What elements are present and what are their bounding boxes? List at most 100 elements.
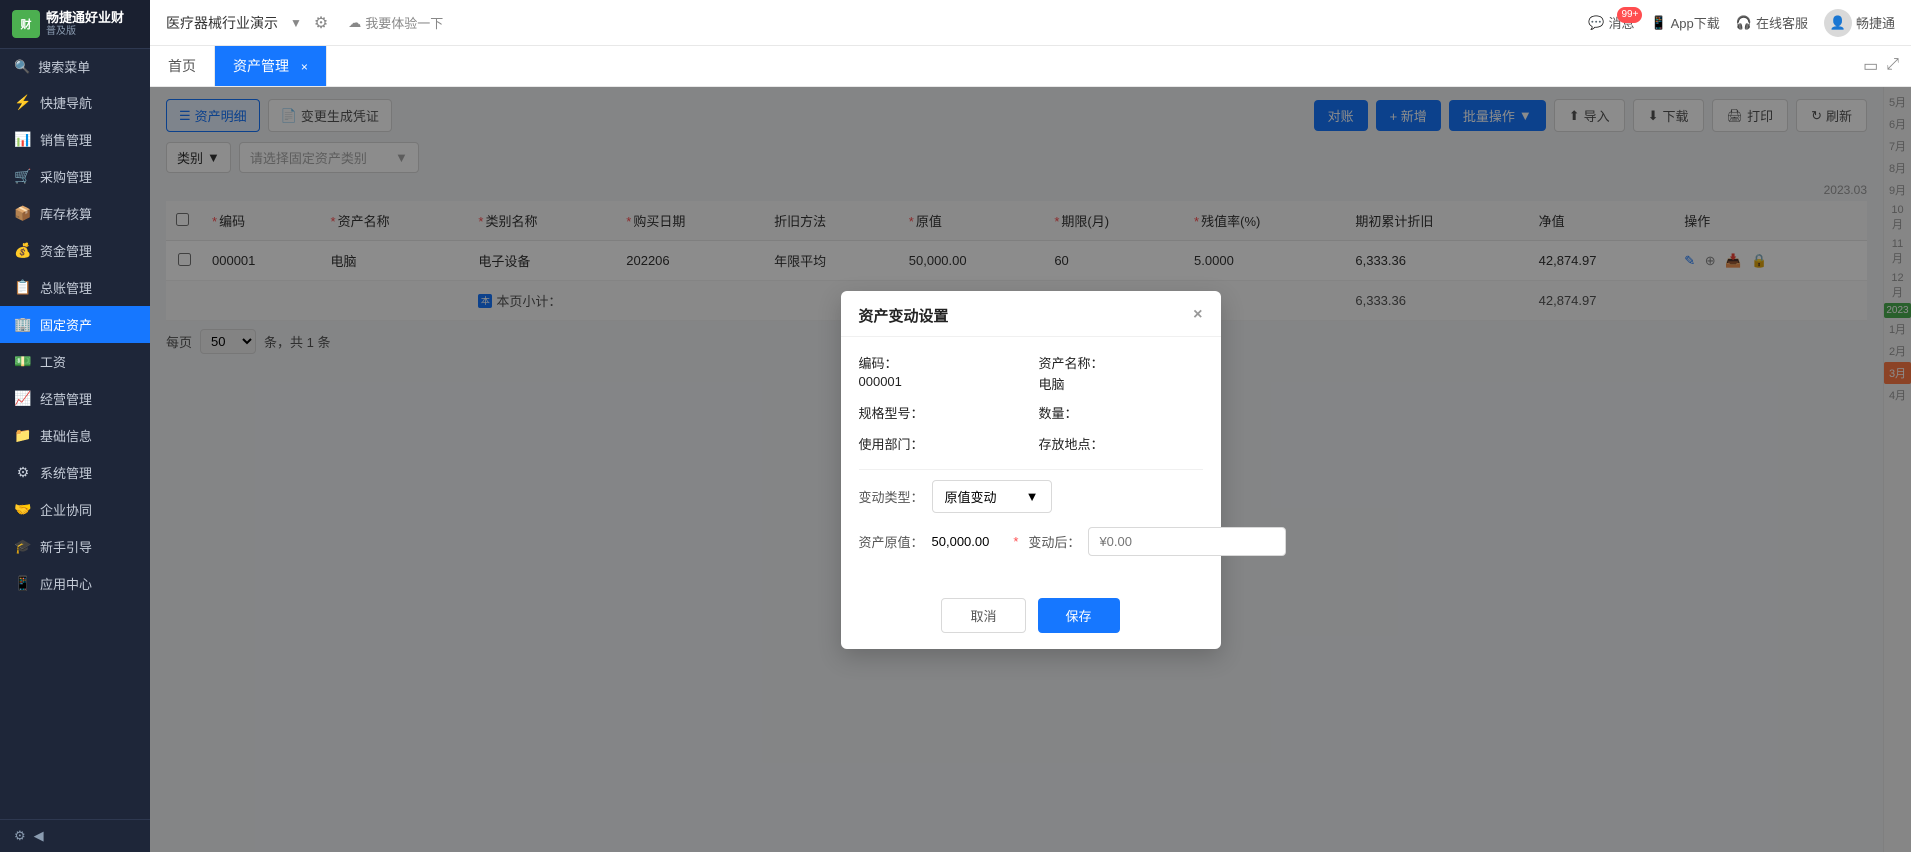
user-profile-btn[interactable]: 👤 畅捷通	[1824, 9, 1895, 37]
content-area: ☰ 资产明细 📄 变更生成凭证 对账 + 新增	[150, 87, 1911, 852]
message-badge: 99+	[1617, 7, 1642, 23]
customer-service-btn[interactable]: 🎧 在线客服	[1736, 13, 1808, 32]
sidebar-bottom[interactable]: ⚙ ◀	[0, 819, 150, 852]
company-dropdown-icon[interactable]: ▼	[290, 16, 302, 30]
sidebar-item-payroll[interactable]: 💵 工资	[0, 343, 150, 380]
tab-expand-icon[interactable]: ⤢	[1886, 56, 1899, 76]
change-type-value: 原值变动	[945, 487, 997, 506]
message-icon: 💬	[1588, 15, 1604, 31]
sidebar-item-inventory[interactable]: 📦 库存核算	[0, 195, 150, 232]
sidebar-item-ledger[interactable]: 📋 总账管理	[0, 269, 150, 306]
company-name: 医疗器械行业演示	[166, 13, 278, 33]
modal-row-change-type: 变动类型： 原值变动 ▼	[859, 480, 1203, 513]
topbar: 医疗器械行业演示 ▼ ⚙ ☁ 我要体验一下 💬 消息 99+ 📱 App下载 🎧…	[150, 0, 1911, 46]
app-center-icon: 📱	[14, 575, 32, 592]
experience-label: 我要体验一下	[365, 13, 443, 32]
sidebar-logo: 财 畅捷通好业财 普及版	[0, 0, 150, 49]
modal-department-label: 使用部门：	[859, 434, 1023, 453]
sidebar-item-shortcuts[interactable]: ⚡ 快捷导航	[0, 84, 150, 121]
original-value-display: 50,000.00	[932, 534, 990, 549]
tab-asset-management[interactable]: 资产管理 ×	[215, 46, 327, 86]
cancel-button[interactable]: 取消	[941, 598, 1025, 633]
sidebar-collapse-btn[interactable]: ◀	[34, 828, 44, 844]
tab-home[interactable]: 首页	[150, 46, 215, 86]
sidebar: 财 畅捷通好业财 普及版 🔍 搜索菜单 ⚡ 快捷导航 📊 销售管理 🛒 采购管理…	[0, 0, 150, 852]
sidebar-item-label: 新手引导	[40, 537, 92, 556]
main-area: 医疗器械行业演示 ▼ ⚙ ☁ 我要体验一下 💬 消息 99+ 📱 App下载 🎧…	[150, 0, 1911, 852]
modal-footer: 取消 保存	[841, 586, 1221, 649]
change-type-select[interactable]: 原值变动 ▼	[932, 480, 1052, 513]
modal-row-original-value: 资产原值： 50,000.00 * 变动后：	[859, 527, 1203, 556]
app-download-btn[interactable]: 📱 App下载	[1650, 13, 1719, 32]
sidebar-item-label: 基础信息	[40, 426, 92, 445]
sidebar-search[interactable]: 🔍 搜索菜单	[0, 49, 150, 84]
sidebar-item-fixed-assets[interactable]: 🏢 固定资产	[0, 306, 150, 343]
system-icon: ⚙	[14, 464, 32, 481]
payroll-icon: 💵	[14, 353, 32, 370]
sidebar-item-purchase[interactable]: 🛒 采购管理	[0, 158, 150, 195]
sidebar-item-system[interactable]: ⚙ 系统管理	[0, 454, 150, 491]
guide-icon: 🎓	[14, 538, 32, 555]
message-btn[interactable]: 💬 消息 99+	[1588, 13, 1634, 32]
modal-overlay: 资产变动设置 × 编码： 000001 资产名称： 电脑	[150, 87, 1911, 852]
modal-location-label: 存放地点：	[1039, 434, 1203, 453]
business-icon: 📈	[14, 390, 32, 407]
modal-body: 编码： 000001 资产名称： 电脑 规格型号： 数量：	[841, 337, 1221, 586]
modal-title: 资产变动设置	[859, 305, 949, 326]
after-change-input[interactable]	[1088, 527, 1286, 556]
modal-field-spec: 规格型号：	[859, 403, 1023, 424]
sidebar-item-label: 快捷导航	[40, 93, 92, 112]
fixed-assets-icon: 🏢	[14, 316, 32, 333]
sidebar-item-sales[interactable]: 📊 销售管理	[0, 121, 150, 158]
tab-actions: ▭ ⤢	[1863, 56, 1911, 76]
sidebar-item-basic-info[interactable]: 📁 基础信息	[0, 417, 150, 454]
sidebar-item-label: 采购管理	[40, 167, 92, 186]
asset-change-modal: 资产变动设置 × 编码： 000001 资产名称： 电脑	[841, 291, 1221, 649]
user-avatar: 👤	[1824, 9, 1852, 37]
sidebar-item-label: 经营管理	[40, 389, 92, 408]
modal-info-grid: 编码： 000001 资产名称： 电脑 规格型号： 数量：	[859, 353, 1203, 455]
modal-spec-label: 规格型号：	[859, 403, 1023, 422]
modal-header: 资产变动设置 ×	[841, 291, 1221, 337]
logo-sub: 普及版	[46, 26, 124, 38]
sidebar-item-app-center[interactable]: 📱 应用中心	[0, 565, 150, 602]
sidebar-item-label: 工资	[40, 352, 66, 371]
user-name: 畅捷通	[1856, 13, 1895, 32]
cloud-icon: ☁	[348, 15, 361, 31]
topbar-experience[interactable]: ☁ 我要体验一下	[348, 13, 443, 32]
topbar-gear-icon[interactable]: ⚙	[314, 13, 328, 33]
sidebar-item-label: 总账管理	[40, 278, 92, 297]
modal-close-btn[interactable]: ×	[1193, 306, 1202, 324]
tab-minimize-icon[interactable]: ▭	[1863, 56, 1878, 76]
sidebar-item-finance[interactable]: 💰 资金管理	[0, 232, 150, 269]
modal-field-code: 编码： 000001	[859, 353, 1023, 393]
after-change-label: 变动后：	[1028, 532, 1080, 551]
finance-icon: 💰	[14, 242, 32, 259]
topbar-right: 💬 消息 99+ 📱 App下载 🎧 在线客服 👤 畅捷通	[1588, 9, 1895, 37]
modal-field-department: 使用部门：	[859, 434, 1023, 455]
save-button[interactable]: 保存	[1038, 598, 1120, 633]
inventory-icon: 📦	[14, 205, 32, 222]
search-icon: 🔍	[14, 59, 30, 75]
shortcuts-icon: ⚡	[14, 94, 32, 111]
sidebar-item-business[interactable]: 📈 经营管理	[0, 380, 150, 417]
sidebar-item-collab[interactable]: 🤝 企业协同	[0, 491, 150, 528]
sidebar-item-label: 系统管理	[40, 463, 92, 482]
sidebar-search-label: 搜索菜单	[38, 57, 90, 76]
sidebar-item-guide[interactable]: 🎓 新手引导	[0, 528, 150, 565]
tab-close-icon[interactable]: ×	[301, 60, 308, 74]
required-marker: *	[1013, 534, 1018, 549]
modal-field-quantity: 数量：	[1039, 403, 1203, 424]
sales-icon: 📊	[14, 131, 32, 148]
tab-home-label: 首页	[168, 58, 196, 74]
tabs-bar: 首页 资产管理 × ▭ ⤢	[150, 46, 1911, 87]
sidebar-item-label: 销售管理	[40, 130, 92, 149]
customer-service-label: 在线客服	[1756, 13, 1808, 32]
sidebar-item-label: 应用中心	[40, 574, 92, 593]
modal-divider	[859, 469, 1203, 470]
original-value-label: 资产原值：	[859, 532, 924, 551]
purchase-icon: 🛒	[14, 168, 32, 185]
sidebar-settings-icon[interactable]: ⚙	[14, 828, 26, 844]
collab-icon: 🤝	[14, 501, 32, 518]
modal-name-value: 电脑	[1039, 374, 1203, 393]
